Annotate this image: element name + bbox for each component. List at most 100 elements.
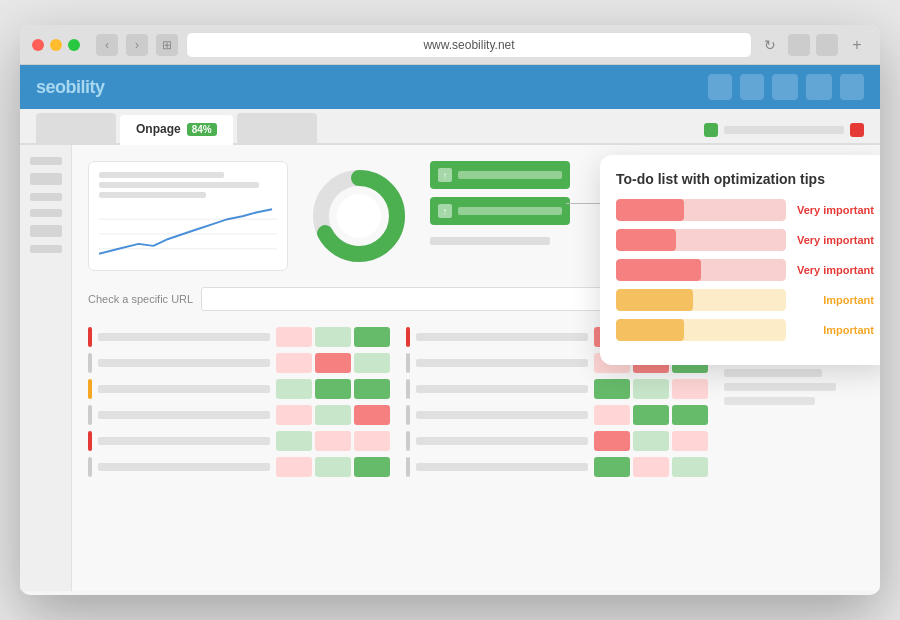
dashboard-row-1: ↑ ↑ To-do list with: [88, 161, 864, 271]
todo-bar-fill-5: [616, 319, 684, 341]
sidebar-item-4: [30, 209, 62, 217]
green-indicator: [704, 123, 718, 137]
tab-inactive-1[interactable]: [36, 113, 116, 143]
label-block-2-3: [416, 385, 588, 393]
legend-bar-2: [99, 182, 259, 188]
nav-icon-1[interactable]: [772, 74, 798, 100]
sidebar-item-1: [30, 157, 62, 165]
indicator-gray-1: [88, 353, 92, 373]
sidebar-item-5: [30, 225, 62, 237]
todo-bar-5: [616, 319, 786, 341]
todo-card-title: To-do list with optimization tips: [616, 171, 874, 187]
todo-bar-3: [616, 259, 786, 281]
reload-button[interactable]: ↻: [760, 35, 780, 55]
cell-13: [276, 431, 312, 451]
label-block-1-2: [98, 359, 270, 367]
logo: seobility: [36, 77, 105, 98]
nav-btn-1[interactable]: [708, 74, 732, 100]
label-block-1-6: [98, 463, 270, 471]
action-btn-2[interactable]: ↑: [430, 197, 570, 225]
window-button[interactable]: [816, 34, 838, 56]
cells-2-5: [594, 431, 708, 451]
minimize-button[interactable]: [50, 39, 62, 51]
cell-35: [633, 457, 669, 477]
action-sub-text: [430, 237, 550, 245]
tab-bar: Onpage 84%: [20, 109, 880, 145]
cells-1-4: [276, 405, 390, 425]
todo-item-5[interactable]: Important: [616, 319, 874, 341]
new-tab-button[interactable]: +: [846, 34, 868, 56]
cell-4: [276, 353, 312, 373]
back-button[interactable]: ‹: [96, 34, 118, 56]
close-button[interactable]: [32, 39, 44, 51]
indicator-gray-5: [406, 379, 410, 399]
cell-9: [354, 379, 390, 399]
indicator-gray-3: [88, 457, 92, 477]
label-block-1-4: [98, 411, 270, 419]
cell-28: [594, 405, 630, 425]
cell-26: [633, 379, 669, 399]
label-block-2-2: [416, 359, 588, 367]
todo-item-4[interactable]: Important: [616, 289, 874, 311]
cell-16: [276, 457, 312, 477]
up-arrow-icon-2: ↑: [438, 204, 452, 218]
content-area: ↑ ↑ To-do list with: [72, 145, 880, 591]
cell-3: [354, 327, 390, 347]
sidebar-item-3: [30, 193, 62, 201]
indicator-gray-6: [406, 405, 410, 425]
data-row-2-3: [406, 379, 708, 399]
cells-1-6: [276, 457, 390, 477]
traffic-lights: [32, 39, 80, 51]
tab-inactive-2[interactable]: [237, 113, 317, 143]
todo-card: To-do list with optimization tips Very i…: [600, 155, 880, 365]
label-block-1-5: [98, 437, 270, 445]
cell-17: [315, 457, 351, 477]
share-button[interactable]: [788, 34, 810, 56]
url-text: www.seobility.net: [423, 38, 514, 52]
todo-bar-fill-1: [616, 199, 684, 221]
label-block-1-3: [98, 385, 270, 393]
forward-button[interactable]: ›: [126, 34, 148, 56]
chart-legend-bars: [99, 172, 277, 198]
data-row-1-2: [88, 353, 390, 373]
browser-window: ‹ › ⊞ www.seobility.net ↻ + seobility On…: [20, 25, 880, 595]
nav-btn-3[interactable]: [840, 74, 864, 100]
tab-onpage[interactable]: Onpage 84%: [120, 115, 233, 145]
todo-label-1: Very important: [794, 204, 874, 216]
nav-btn-2[interactable]: [740, 74, 764, 100]
legend-bar-1: [99, 172, 224, 178]
cell-6: [354, 353, 390, 373]
todo-bar-fill-3: [616, 259, 701, 281]
data-row-2-5: [406, 431, 708, 451]
todo-bar-2: [616, 229, 786, 251]
todo-bar-1: [616, 199, 786, 221]
cells-2-3: [594, 379, 708, 399]
cell-5: [315, 353, 351, 373]
cell-31: [594, 431, 630, 451]
svg-point-5: [337, 194, 381, 238]
maximize-button[interactable]: [68, 39, 80, 51]
address-bar[interactable]: www.seobility.net: [186, 32, 752, 58]
action-btn-1[interactable]: ↑: [430, 161, 570, 189]
todo-bar-fill-2: [616, 229, 676, 251]
grid-icon[interactable]: ⊞: [156, 34, 178, 56]
app-header: seobility: [20, 65, 880, 109]
indicator-gray-8: [406, 457, 410, 477]
todo-item-3[interactable]: Very important: [616, 259, 874, 281]
logo-text: seobility: [36, 77, 105, 97]
todo-bar-fill-4: [616, 289, 693, 311]
cell-34: [594, 457, 630, 477]
todo-item-2[interactable]: Very important: [616, 229, 874, 251]
cell-12: [354, 405, 390, 425]
cell-14: [315, 431, 351, 451]
onpage-score-badge: 84%: [187, 123, 217, 136]
legend-bar-3: [99, 192, 206, 198]
grey-row-4: [724, 369, 822, 377]
line-chart-svg: [99, 204, 277, 264]
data-column-1: [88, 327, 390, 477]
cells-1-2: [276, 353, 390, 373]
data-row-2-6: [406, 457, 708, 477]
todo-item-1[interactable]: Very important: [616, 199, 874, 221]
indicator-gray-7: [406, 431, 410, 451]
nav-icon-2[interactable]: [806, 74, 832, 100]
